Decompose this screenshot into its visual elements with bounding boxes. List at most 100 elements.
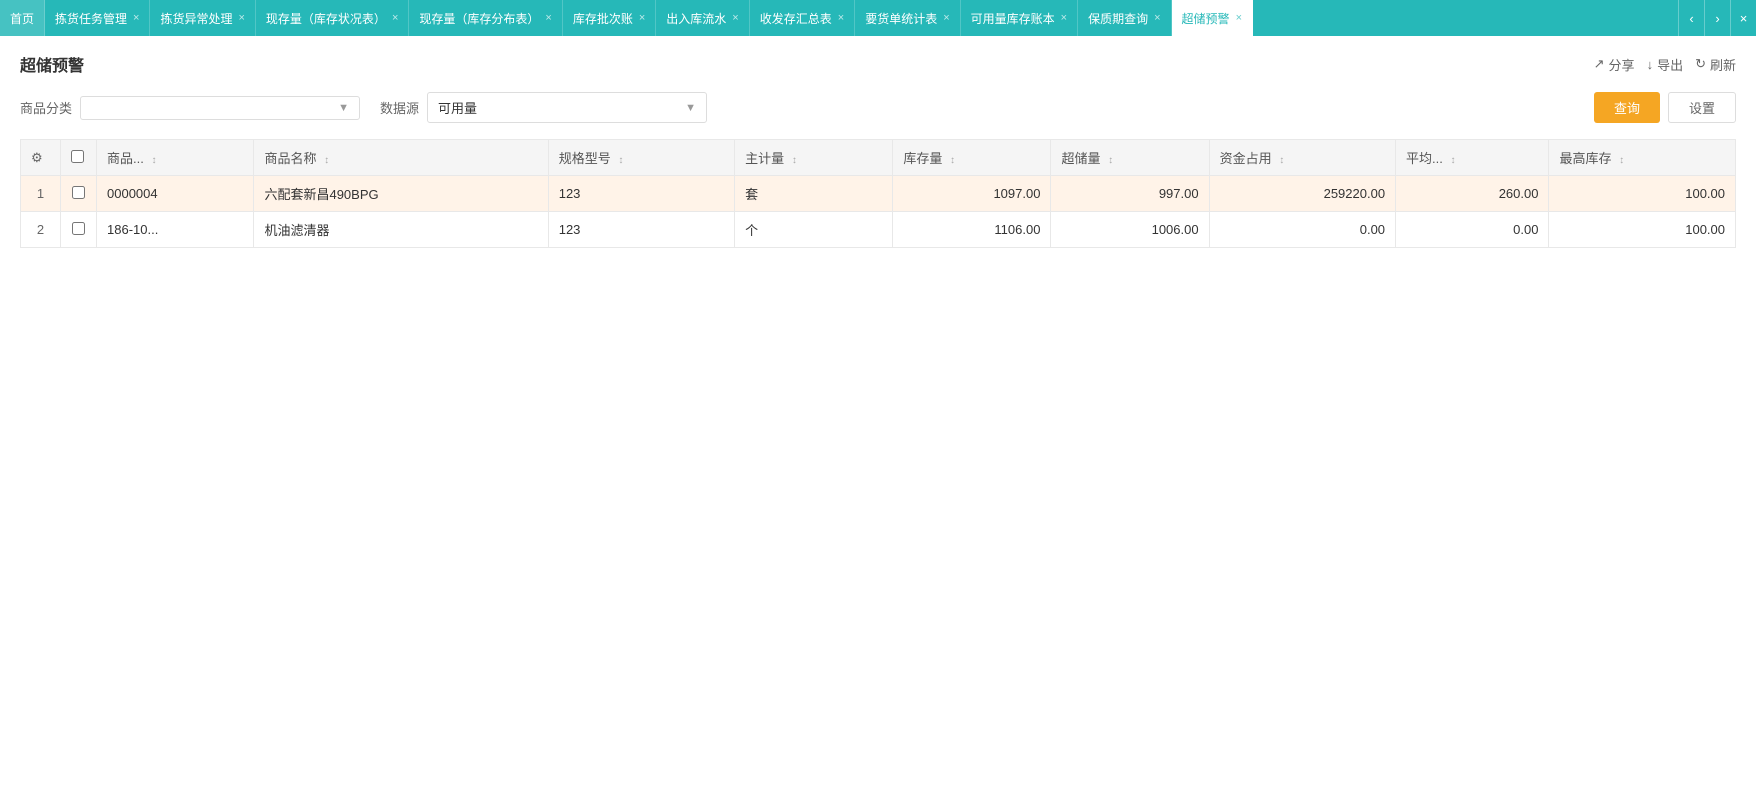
th-product-code: 商品... ↕ — [97, 140, 254, 176]
refresh-icon: ↻ — [1695, 56, 1706, 72]
page-content: 超储预警 ↗ 分享 ↓ 导出 ↻ 刷新 商品分类 ▼ 数据源 — [0, 36, 1756, 800]
top-nav: 首页 拣货任务管理 × 拣货异常处理 × 现存量（库存状况表） × 现存量（库存… — [0, 0, 1756, 36]
nav-tab-6[interactable]: 收发存汇总表 × — [750, 0, 855, 36]
select-all-checkbox[interactable] — [71, 150, 84, 163]
th-checkbox — [61, 140, 97, 176]
th-capital: 资金占用 ↕ — [1209, 140, 1395, 176]
sort-overstock-icon[interactable]: ↕ — [1108, 155, 1113, 166]
sort-spec-icon[interactable]: ↕ — [618, 155, 623, 166]
data-table: ⚙ 商品... ↕ 商品名称 ↕ 规格型号 ↕ 主计量 — [20, 139, 1736, 248]
close-tab-8-icon[interactable]: × — [1061, 12, 1067, 24]
table-row: 10000004六配套新昌490BPG123套1097.00997.002592… — [21, 176, 1736, 212]
close-tab-7-icon[interactable]: × — [943, 12, 949, 24]
cell-num-1: 2 — [21, 212, 61, 248]
settings-button[interactable]: 设置 — [1668, 92, 1736, 123]
cell-stock-0: 1097.00 — [893, 176, 1051, 212]
close-tab-0-icon[interactable]: × — [133, 12, 139, 24]
cell-capital-0: 259220.00 — [1209, 176, 1395, 212]
refresh-button[interactable]: ↻ 刷新 — [1695, 55, 1736, 74]
share-button[interactable]: ↗ 分享 — [1594, 55, 1635, 74]
filter-actions: 查询 设置 — [1594, 92, 1736, 123]
page-header: 超储预警 ↗ 分享 ↓ 导出 ↻ 刷新 — [20, 52, 1736, 76]
nav-arrows: ‹ › × — [1678, 0, 1756, 36]
category-filter: 商品分类 ▼ — [20, 96, 360, 120]
nav-next-button[interactable]: › — [1704, 0, 1730, 36]
row-checkbox-1[interactable] — [72, 222, 85, 235]
th-spec: 规格型号 ↕ — [548, 140, 734, 176]
nav-tab-8[interactable]: 可用量库存账本 × — [961, 0, 1078, 36]
sort-stock-icon[interactable]: ↕ — [950, 155, 955, 166]
nav-home[interactable]: 首页 — [0, 0, 45, 36]
close-tab-1-icon[interactable]: × — [238, 12, 244, 24]
nav-close-button[interactable]: × — [1730, 0, 1756, 36]
cell-avg-0: 260.00 — [1396, 176, 1549, 212]
cell-num-0: 1 — [21, 176, 61, 212]
category-dropdown-icon: ▼ — [338, 102, 349, 114]
export-icon: ↓ — [1647, 57, 1654, 72]
table-row: 2186-10...机油滤清器123个1106.001006.000.000.0… — [21, 212, 1736, 248]
sort-capital-icon[interactable]: ↕ — [1279, 155, 1284, 166]
th-product-name: 商品名称 ↕ — [254, 140, 548, 176]
cell-avg-1: 0.00 — [1396, 212, 1549, 248]
cell-overstock-1: 1006.00 — [1051, 212, 1209, 248]
th-avg: 平均... ↕ — [1396, 140, 1549, 176]
cell-checkbox-0 — [61, 176, 97, 212]
sort-product-code-icon[interactable]: ↕ — [151, 155, 156, 166]
cell-name-0: 六配套新昌490BPG — [254, 176, 548, 212]
close-tab-6-icon[interactable]: × — [838, 12, 844, 24]
sort-unit-icon[interactable]: ↕ — [792, 155, 797, 166]
close-tab-5-icon[interactable]: × — [732, 12, 738, 24]
nav-tab-7[interactable]: 要货单统计表 × — [855, 0, 960, 36]
cell-code-0: 0000004 — [97, 176, 254, 212]
nav-tabs-container: 拣货任务管理 × 拣货异常处理 × 现存量（库存状况表） × 现存量（库存分布表… — [45, 0, 1678, 36]
th-spec-label: 规格型号 — [559, 151, 611, 166]
share-icon: ↗ — [1594, 56, 1605, 72]
close-tab-4-icon[interactable]: × — [639, 12, 645, 24]
cell-maxstock-1: 100.00 — [1549, 212, 1736, 248]
cell-name-1: 机油滤清器 — [254, 212, 548, 248]
datasource-select[interactable]: 可用量 ▼ — [427, 92, 707, 123]
close-tab-3-icon[interactable]: × — [545, 12, 551, 24]
th-overstock-label: 超储量 — [1061, 151, 1100, 166]
cell-spec-1: 123 — [548, 212, 734, 248]
sort-avg-icon[interactable]: ↕ — [1451, 155, 1456, 166]
export-button[interactable]: ↓ 导出 — [1647, 55, 1684, 74]
close-tab-10-icon[interactable]: × — [1236, 12, 1242, 24]
nav-tab-4[interactable]: 库存批次账 × — [563, 0, 656, 36]
cell-code-1: 186-10... — [97, 212, 254, 248]
nav-tab-2[interactable]: 现存量（库存状况表） × — [256, 0, 409, 36]
row-checkbox-0[interactable] — [72, 186, 85, 199]
query-button[interactable]: 查询 — [1594, 92, 1660, 123]
nav-tab-3[interactable]: 现存量（库存分布表） × — [409, 0, 562, 36]
category-select[interactable]: ▼ — [80, 96, 360, 120]
nav-tab-10[interactable]: 超储预警 × — [1172, 0, 1253, 36]
filter-row: 商品分类 ▼ 数据源 可用量 ▼ 查询 设置 — [20, 92, 1736, 123]
cell-stock-1: 1106.00 — [893, 212, 1051, 248]
th-max-stock: 最高库存 ↕ — [1549, 140, 1736, 176]
nav-tab-5[interactable]: 出入库流水 × — [656, 0, 749, 36]
sort-max-stock-icon[interactable]: ↕ — [1619, 155, 1624, 166]
cell-overstock-0: 997.00 — [1051, 176, 1209, 212]
nav-tab-9[interactable]: 保质期查询 × — [1078, 0, 1171, 36]
th-max-stock-label: 最高库存 — [1559, 151, 1611, 166]
cell-capital-1: 0.00 — [1209, 212, 1395, 248]
datasource-label: 数据源 — [380, 98, 419, 117]
th-product-name-label: 商品名称 — [264, 151, 316, 166]
cell-maxstock-0: 100.00 — [1549, 176, 1736, 212]
th-settings: ⚙ — [21, 140, 61, 176]
table-settings-icon[interactable]: ⚙ — [31, 150, 43, 165]
header-actions: ↗ 分享 ↓ 导出 ↻ 刷新 — [1594, 55, 1736, 74]
close-tab-2-icon[interactable]: × — [392, 12, 398, 24]
close-tab-9-icon[interactable]: × — [1154, 12, 1160, 24]
sort-product-name-icon[interactable]: ↕ — [324, 155, 329, 166]
page-title: 超储预警 — [20, 52, 84, 76]
cell-unit-1: 个 — [735, 212, 893, 248]
datasource-select-value: 可用量 — [438, 98, 685, 117]
th-avg-label: 平均... — [1406, 151, 1443, 166]
nav-prev-button[interactable]: ‹ — [1678, 0, 1704, 36]
th-product-code-label: 商品... — [107, 151, 144, 166]
th-unit: 主计量 ↕ — [735, 140, 893, 176]
cell-spec-0: 123 — [548, 176, 734, 212]
nav-tab-1[interactable]: 拣货异常处理 × — [150, 0, 255, 36]
nav-tab-0[interactable]: 拣货任务管理 × — [45, 0, 150, 36]
